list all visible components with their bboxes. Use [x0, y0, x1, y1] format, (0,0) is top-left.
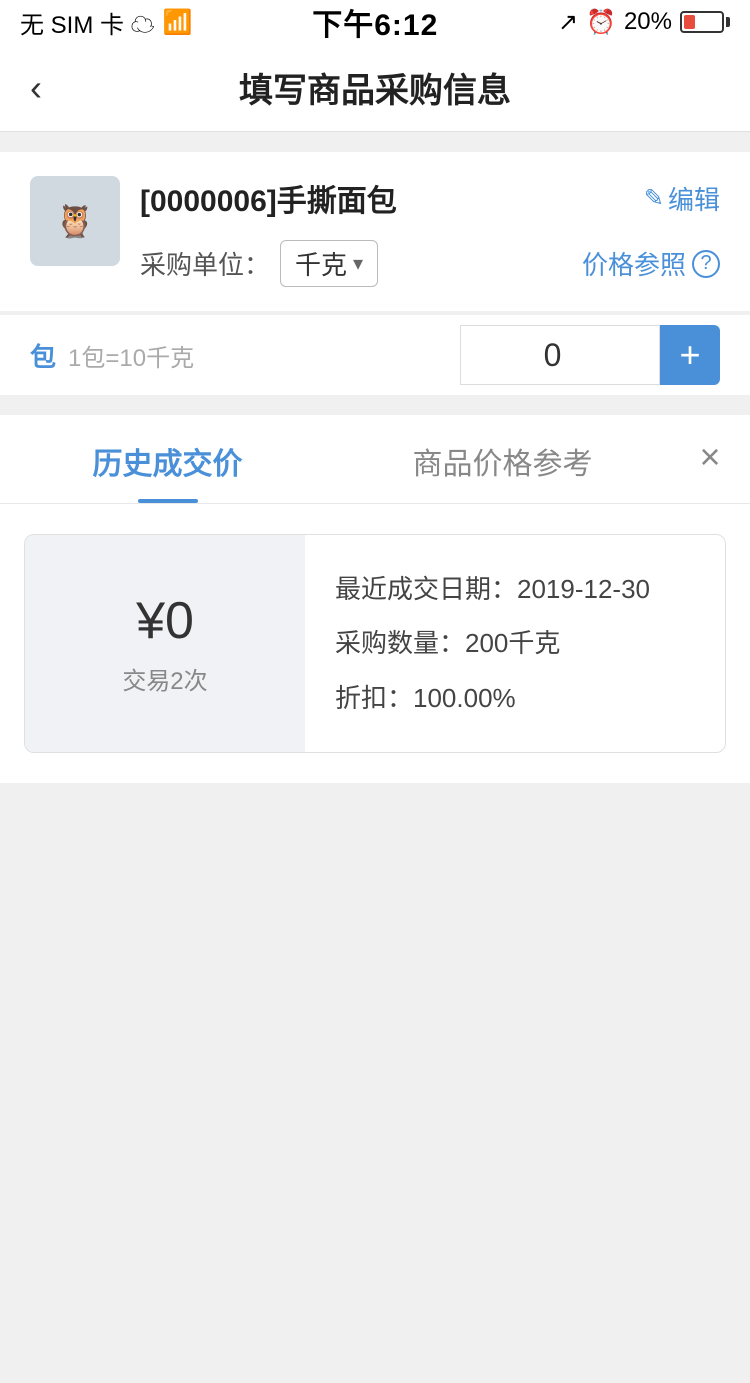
status-left: 无 SIM 卡 ☁ 📶: [20, 5, 193, 40]
price-detail-quantity-value: 200千克: [465, 628, 560, 658]
edit-icon: ✎: [644, 184, 664, 213]
product-unit-row: 采购单位： 千克 ▾ 价格参照 ?: [140, 240, 720, 287]
product-thumbnail-icon: 🦉: [55, 202, 95, 240]
price-ref-icon: ?: [692, 250, 720, 278]
unit-select[interactable]: 千克 ▾: [280, 240, 378, 287]
product-name-row: [0000006]手撕面包 ✎ 编辑: [140, 176, 720, 220]
price-detail-discount-label: 折扣：: [335, 683, 413, 713]
price-detail-quantity-label: 采购数量：: [335, 628, 465, 658]
tab-product-price-ref[interactable]: 商品价格参考: [335, 415, 670, 503]
price-ref-label: 价格参照: [582, 245, 686, 282]
unit-dropdown-arrow: ▾: [353, 251, 363, 276]
status-bar: 无 SIM 卡 ☁ 📶 下午6:12 ↗ ⏰ 20%: [0, 0, 750, 44]
alarm-icon: ⏰: [586, 8, 616, 37]
price-card-area: ¥0 交易2次 最近成交日期：2019-12-30 采购数量：200千克 折扣：…: [0, 504, 750, 783]
price-card-left: ¥0 交易2次: [25, 535, 305, 752]
battery-icon: [680, 11, 730, 33]
price-currency: ¥: [136, 592, 165, 650]
page-title: 填写商品采购信息: [90, 63, 660, 112]
price-trades: 交易2次: [122, 661, 207, 696]
price-detail-discount: 折扣：100.00%: [335, 680, 695, 716]
price-card-right: 最近成交日期：2019-12-30 采购数量：200千克 折扣：100.00%: [305, 535, 725, 752]
edit-label: 编辑: [668, 180, 720, 217]
product-info: [0000006]手撕面包 ✎ 编辑 采购单位： 千克 ▾ 价格参照 ?: [140, 176, 720, 287]
tab-product-price-ref-label: 商品价格参考: [413, 448, 593, 481]
quantity-input-area: +: [460, 325, 720, 385]
status-time: 下午6:12: [312, 0, 438, 44]
product-section: 🦉 [0000006]手撕面包 ✎ 编辑 采购单位： 千克 ▾: [0, 152, 750, 311]
wifi-icon: 📶: [163, 8, 193, 37]
price-card: ¥0 交易2次 最近成交日期：2019-12-30 采购数量：200千克 折扣：…: [24, 534, 726, 753]
quantity-unit-badge: 包: [30, 337, 56, 374]
price-value: 0: [165, 592, 194, 650]
quantity-hint: 1包=10千克: [68, 338, 194, 373]
tab-history-price[interactable]: 历史成交价: [0, 415, 335, 503]
tabs-section: 历史成交价 商品价格参考 × ¥0 交易2次 最近成交日期：2019-12-30…: [0, 415, 750, 783]
nav-bar: ‹ 填写商品采购信息: [0, 44, 750, 132]
sim-label: 无 SIM 卡 ☁: [20, 5, 155, 40]
quantity-plus-button[interactable]: +: [660, 325, 720, 385]
location-icon: ↗: [558, 8, 578, 37]
edit-button[interactable]: ✎ 编辑: [644, 180, 720, 217]
unit-label: 采购单位：: [140, 245, 270, 282]
price-detail-date: 最近成交日期：2019-12-30: [335, 571, 695, 607]
quantity-input[interactable]: [460, 325, 660, 385]
battery-percent: 20%: [624, 8, 672, 36]
tabs-header: 历史成交价 商品价格参考 ×: [0, 415, 750, 504]
price-detail-discount-value: 100.00%: [413, 683, 516, 713]
product-header: 🦉 [0000006]手撕面包 ✎ 编辑 采购单位： 千克 ▾: [30, 176, 720, 287]
price-detail-date-value: 2019-12-30: [517, 574, 650, 604]
status-right: ↗ ⏰ 20%: [558, 8, 730, 37]
price-amount: ¥0: [136, 591, 194, 651]
product-name: [0000006]手撕面包: [140, 176, 397, 220]
tab-history-price-label: 历史成交价: [93, 448, 243, 481]
quantity-label-area: 包 1包=10千克: [30, 337, 194, 374]
bottom-area: [0, 783, 750, 1383]
product-thumbnail: 🦉: [30, 176, 120, 266]
back-button[interactable]: ‹: [30, 67, 90, 109]
tabs-close-button[interactable]: ×: [670, 436, 750, 482]
price-detail-date-label: 最近成交日期：: [335, 574, 517, 604]
price-detail-quantity: 采购数量：200千克: [335, 625, 695, 661]
price-ref-button[interactable]: 价格参照 ?: [582, 245, 720, 282]
unit-value: 千克: [295, 245, 347, 282]
quantity-section: 包 1包=10千克 +: [0, 315, 750, 395]
